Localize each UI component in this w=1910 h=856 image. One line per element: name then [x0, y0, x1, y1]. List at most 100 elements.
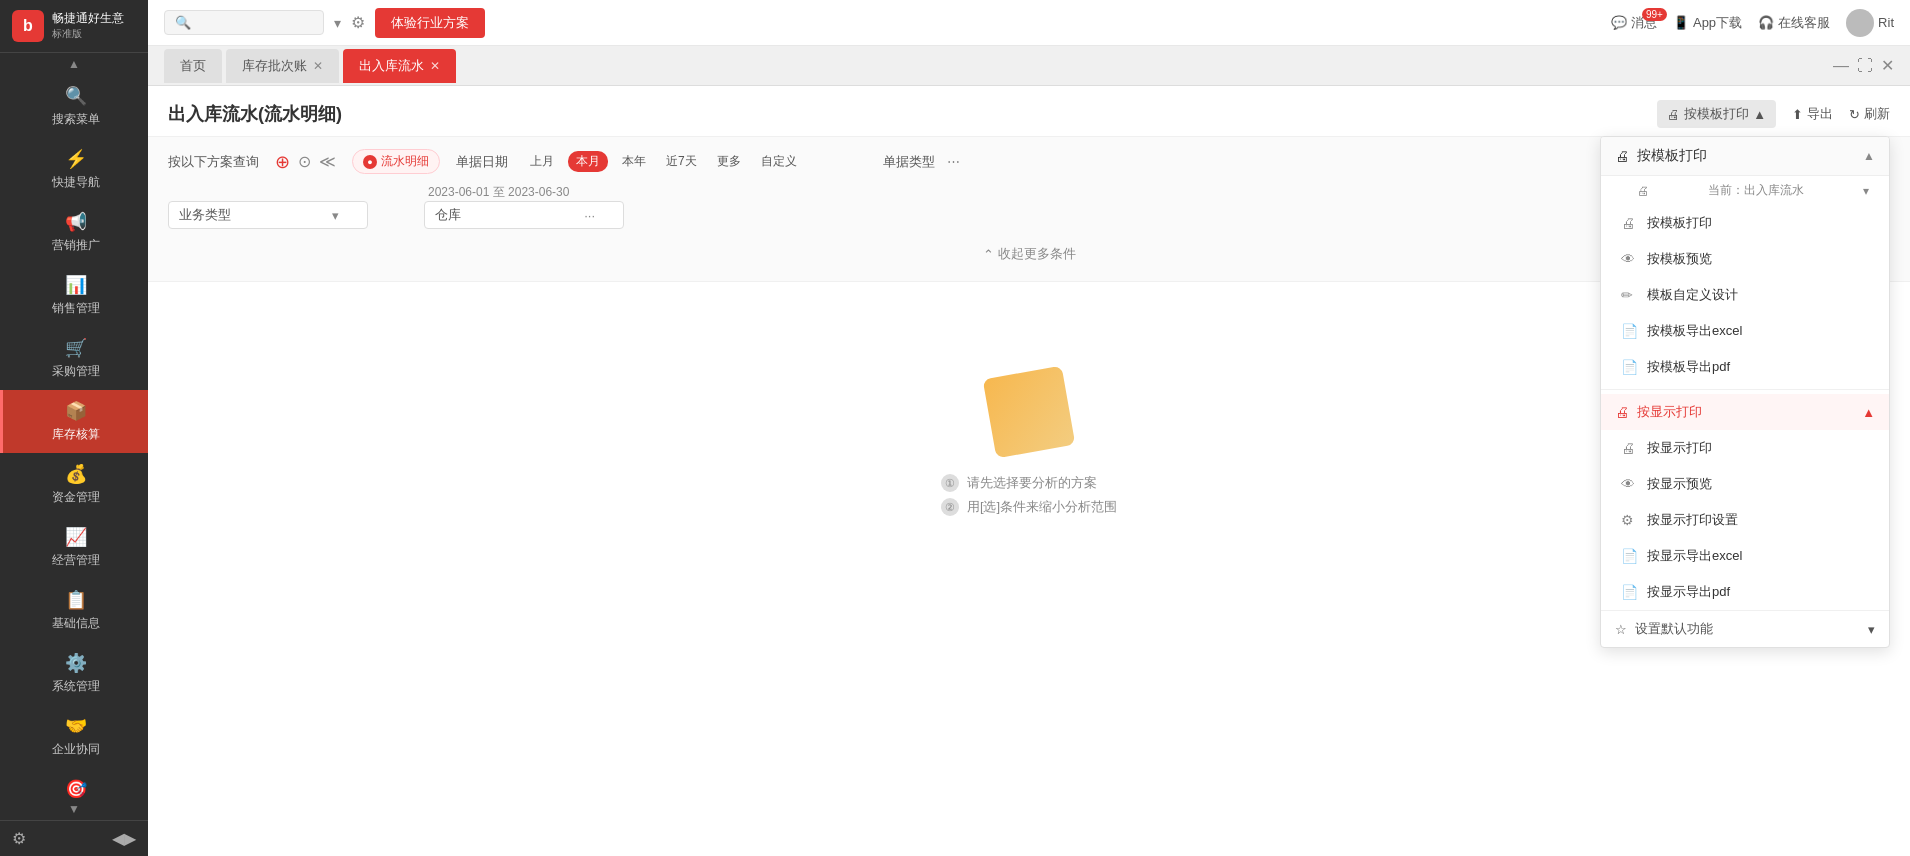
dp-template-print-icon: 🖨: [1621, 215, 1637, 231]
dp-display-export-excel[interactable]: 📄 按显示导出excel: [1601, 538, 1889, 574]
dp-header-label: 按模板打印: [1637, 147, 1707, 165]
tab-flow[interactable]: 出入库流水 ✕: [343, 49, 456, 83]
export-button[interactable]: ⬆ 导出: [1792, 105, 1833, 123]
biz-type-chevron: ▾: [332, 208, 339, 223]
print-dropdown-panel: 🖨 按模板打印 ▲ 🖨 当前：出入库流水 ▾ 🖨 按模板打印: [1600, 136, 1890, 648]
guide-icon: 🎯: [65, 778, 87, 798]
biz-type-label: 业务类型: [179, 206, 231, 224]
sidebar-item-quick-nav[interactable]: ⚡ 快捷导航: [0, 138, 148, 201]
dp-template-section: 🖨 按模板打印 👁 按模板预览 ✏ 模板自定义设计 📄: [1601, 205, 1889, 385]
message-icon: 💬: [1611, 15, 1627, 30]
topbar-dropdown-chevron[interactable]: ▾: [334, 15, 341, 31]
sidebar-item-system[interactable]: ⚙️ 系统管理: [0, 642, 148, 705]
settings-footer-icon[interactable]: ⚙: [12, 829, 26, 848]
tab-home[interactable]: 首页: [164, 49, 222, 83]
dp-divider: [1601, 389, 1889, 390]
sales-icon: 📊: [65, 274, 87, 296]
tab-flow-close[interactable]: ✕: [430, 59, 440, 73]
export-label: 导出: [1807, 105, 1833, 123]
app-download-button[interactable]: 📱 App下载: [1673, 14, 1742, 32]
dp-display-section: 🖨 按显示打印 👁 按显示预览 ⚙ 按显示打印设置 📄: [1601, 430, 1889, 610]
tab-minimize-icon[interactable]: —: [1833, 57, 1849, 75]
collapse-chevron-up: ⌃: [983, 247, 994, 262]
dp-template-export-excel[interactable]: 📄 按模板导出excel: [1601, 313, 1889, 349]
dp-template-export-pdf[interactable]: 📄 按模板导出pdf: [1601, 349, 1889, 385]
app-name: 畅捷通好生意: [52, 11, 124, 27]
step-num-2: ②: [941, 498, 959, 516]
app-download-label: App下载: [1693, 14, 1742, 32]
sidebar-scroll-up[interactable]: ▲: [0, 53, 148, 75]
dp-display-export-pdf[interactable]: 📄 按显示导出pdf: [1601, 574, 1889, 610]
dp-display-excel-label: 按显示导出excel: [1647, 547, 1742, 565]
dp-display-excel-icon: 📄: [1621, 548, 1637, 564]
sidebar-item-label: 销售管理: [52, 300, 100, 317]
dp-template-preview-icon: 👁: [1621, 251, 1637, 267]
dp-display-print-label: 按显示打印: [1647, 439, 1712, 457]
purchase-icon: 🛒: [65, 337, 87, 359]
sidebar-item-enterprise[interactable]: 🤝 企业协同: [0, 705, 148, 768]
sidebar-footer: ⚙ ◀▶: [0, 820, 148, 856]
collapse-sidebar-icon[interactable]: ◀▶: [112, 829, 136, 848]
date-btn-7days[interactable]: 近7天: [660, 151, 703, 172]
tabs-bar-controls: — ⛶ ✕: [1833, 56, 1894, 75]
print-dropdown-button[interactable]: 🖨 按模板打印 ▲: [1657, 100, 1776, 128]
sidebar-item-operations[interactable]: 📈 经营管理: [0, 516, 148, 579]
dp-current-text: 当前：出入库流水: [1708, 182, 1804, 199]
app-logo-icon: b: [12, 10, 44, 42]
date-shortcuts: 上月 本月 本年 近7天 更多 自定义: [524, 151, 803, 172]
dp-footer-settings[interactable]: ☆ 设置默认功能 ▾: [1601, 610, 1889, 647]
sidebar-item-label: 采购管理: [52, 363, 100, 380]
sidebar-item-guide[interactable]: 🎯 新手引导: [0, 768, 148, 798]
refresh-button[interactable]: ↻ 刷新: [1849, 105, 1890, 123]
dp-display-print[interactable]: 🖨 按显示打印: [1601, 430, 1889, 466]
warehouse-more[interactable]: ···: [584, 208, 595, 223]
user-avatar[interactable]: Rit: [1846, 9, 1894, 37]
date-btn-more[interactable]: 更多: [711, 151, 747, 172]
export-icon: ⬆: [1792, 107, 1803, 122]
filter-collapse-icon[interactable]: ≪: [319, 152, 336, 171]
dp-display-print-settings[interactable]: ⚙ 按显示打印设置: [1601, 502, 1889, 538]
filter-add-button[interactable]: ⊕: [275, 151, 290, 173]
topbar-search-box[interactable]: 🔍: [164, 10, 324, 35]
collapse-label: 收起更多条件: [998, 245, 1076, 263]
dp-template-preview[interactable]: 👁 按模板预览: [1601, 241, 1889, 277]
print-chevron-up: ▲: [1753, 107, 1766, 122]
message-button[interactable]: 💬 消息 99+: [1611, 14, 1657, 32]
date-btn-custom[interactable]: 自定义: [755, 151, 803, 172]
page-title: 出入库流水(流水明细): [168, 102, 342, 126]
dp-display-preview[interactable]: 👁 按显示预览: [1601, 466, 1889, 502]
tab-close-all-icon[interactable]: ✕: [1881, 56, 1894, 75]
sidebar-item-search[interactable]: 🔍 搜索菜单: [0, 75, 148, 138]
sidebar-item-sales[interactable]: 📊 销售管理: [0, 264, 148, 327]
date-btn-last-month[interactable]: 上月: [524, 151, 560, 172]
filter-type-more[interactable]: ⋯: [947, 154, 960, 169]
marketing-icon: 📢: [65, 211, 87, 233]
biz-type-select[interactable]: 业务类型 ▾: [168, 201, 368, 229]
dp-display-section-header[interactable]: 🖨 按显示打印 ▲: [1601, 394, 1889, 430]
tab-maximize-icon[interactable]: ⛶: [1857, 57, 1873, 75]
industry-plan-button[interactable]: 体验行业方案: [375, 8, 485, 38]
tab-batch[interactable]: 库存批次账 ✕: [226, 49, 339, 83]
warehouse-select[interactable]: 仓库 ···: [424, 201, 624, 229]
sidebar-item-inventory[interactable]: 📦 库存核算: [0, 390, 148, 453]
sidebar-item-finance[interactable]: 💰 资金管理: [0, 453, 148, 516]
dp-header-chevron[interactable]: ▲: [1863, 149, 1875, 163]
headset-icon: 🎧: [1758, 15, 1774, 30]
filter-settings-icon[interactable]: ⊙: [298, 152, 311, 171]
online-service-button[interactable]: 🎧 在线客服: [1758, 14, 1830, 32]
dp-header: 🖨 按模板打印 ▲: [1601, 137, 1889, 176]
sidebar-scroll-down[interactable]: ▼: [0, 798, 148, 820]
date-btn-this-month[interactable]: 本月: [568, 151, 608, 172]
date-btn-this-year[interactable]: 本年: [616, 151, 652, 172]
dp-display-left: 🖨 按显示打印: [1615, 403, 1702, 421]
empty-step-1-label: 请先选择要分析的方案: [967, 474, 1097, 492]
search-input[interactable]: [197, 15, 317, 30]
sidebar-item-purchase[interactable]: 🛒 采购管理: [0, 327, 148, 390]
topbar-gear-icon[interactable]: ⚙: [351, 13, 365, 32]
dp-template-print[interactable]: 🖨 按模板打印: [1601, 205, 1889, 241]
sidebar-item-marketing[interactable]: 📢 营销推广: [0, 201, 148, 264]
filter-date-label: 单据日期: [456, 153, 508, 171]
sidebar-item-basic[interactable]: 📋 基础信息: [0, 579, 148, 642]
dp-template-custom[interactable]: ✏ 模板自定义设计: [1601, 277, 1889, 313]
tab-batch-close[interactable]: ✕: [313, 59, 323, 73]
